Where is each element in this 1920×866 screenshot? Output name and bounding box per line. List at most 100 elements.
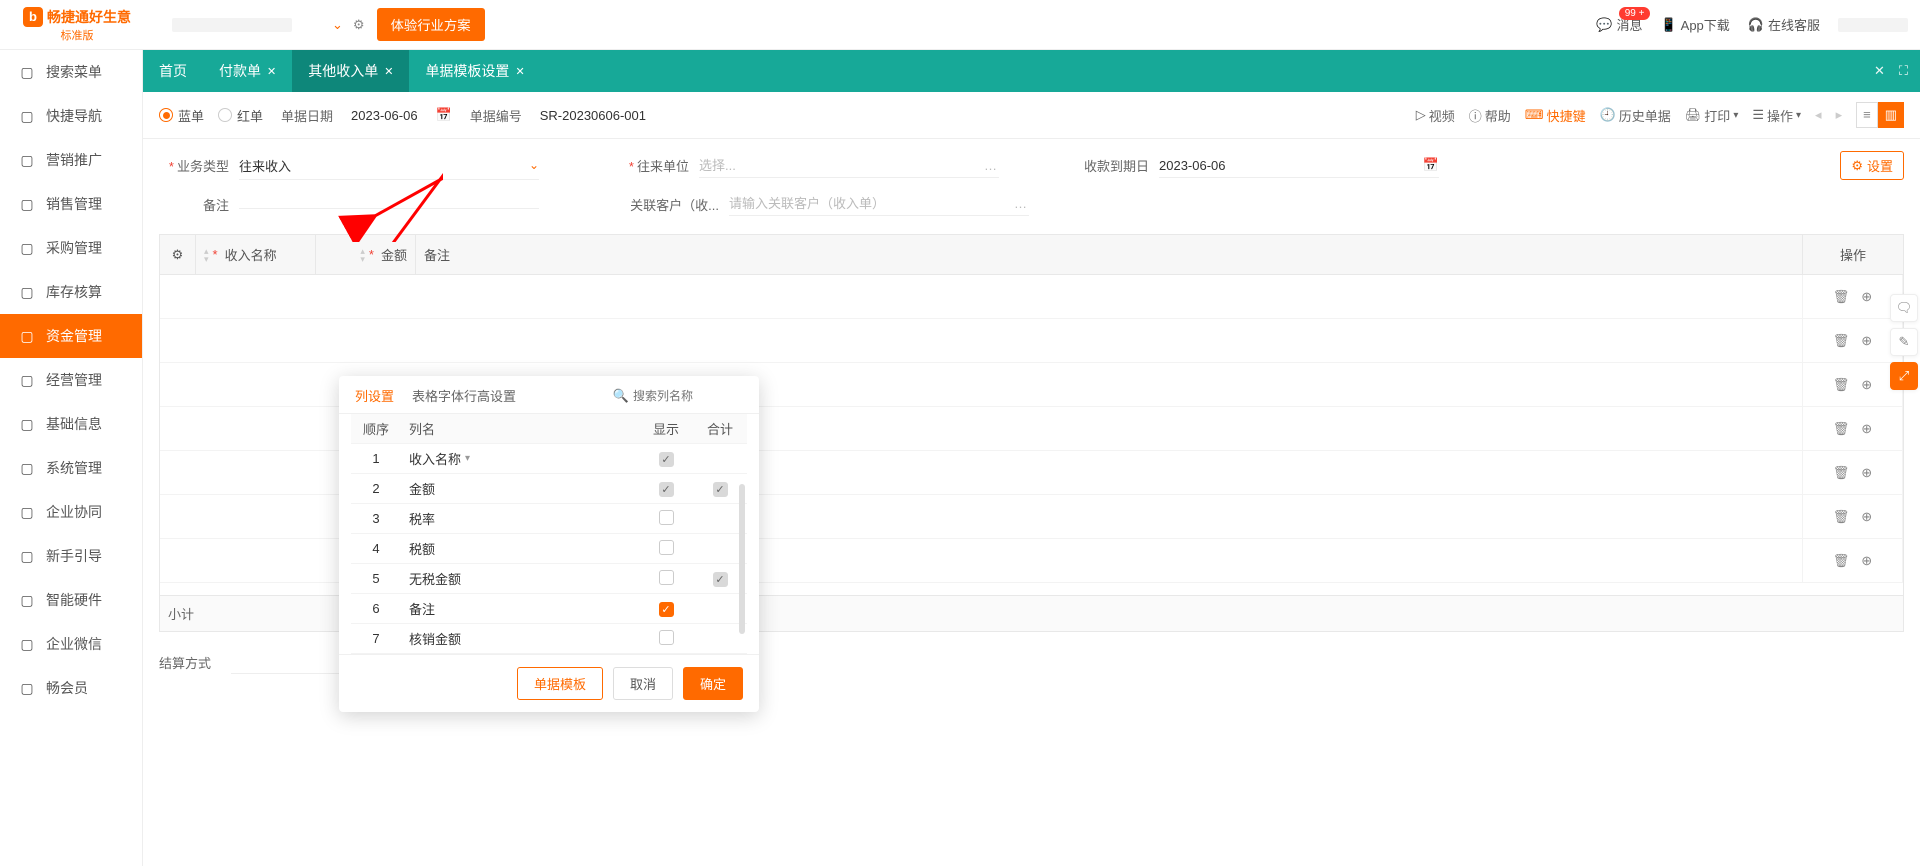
delete-icon[interactable]: 🗑 (1833, 289, 1850, 305)
col-income-name[interactable]: ▴▾ *收入名称 (196, 235, 316, 274)
copy-icon[interactable]: ⊕ (1861, 509, 1872, 525)
app-download-link[interactable]: 📱 App下载 (1660, 15, 1729, 34)
checkbox-icon[interactable] (659, 540, 674, 555)
grid-settings-button[interactable]: ⚙ (160, 235, 196, 274)
biz-type-select[interactable]: 往来收入 ⌄ (239, 152, 539, 180)
org-selector[interactable]: ⌄ (172, 17, 343, 33)
party-select[interactable]: … (699, 154, 999, 178)
due-date-input[interactable]: 2023-06-06 📅 (1159, 153, 1439, 178)
template-button[interactable]: 单据模板 (517, 667, 603, 700)
float-expand-icon[interactable]: ⤢ (1890, 362, 1918, 390)
sidebar-item-sync[interactable]: ▢系统管理 (0, 446, 142, 490)
checkbox-icon[interactable] (659, 630, 674, 645)
close-icon[interactable]: ✕ (267, 65, 276, 78)
calendar-icon[interactable]: 📅 (436, 107, 452, 123)
sidebar-item-db[interactable]: ▢基础信息 (0, 402, 142, 446)
help-button[interactable]: ⓘ帮助 (1469, 106, 1511, 125)
messages-link[interactable]: 💬 消息 99 + (1596, 15, 1642, 34)
copy-icon[interactable]: ⊕ (1861, 465, 1872, 481)
close-icon[interactable]: ✕ (515, 65, 524, 78)
sidebar-item-gift[interactable]: ▢营销推广 (0, 138, 142, 182)
sidebar-item-play[interactable]: ▢新手引导 (0, 534, 142, 578)
operate-button[interactable]: ☰操作▾ (1752, 106, 1801, 125)
sidebar-item-wallet[interactable]: ▢资金管理 (0, 314, 142, 358)
copy-icon[interactable]: ⊕ (1861, 333, 1872, 349)
rel-customer-input[interactable] (729, 196, 1014, 211)
cancel-button[interactable]: 取消 (613, 667, 673, 700)
chevron-down-icon: ⌄ (332, 17, 343, 33)
sidebar-item-vip[interactable]: ▢畅会员 (0, 666, 142, 710)
float-note-icon[interactable]: 🗨 (1890, 294, 1918, 322)
popup-search-input[interactable] (633, 389, 743, 403)
chevron-down-icon[interactable]: ▾ (465, 453, 470, 464)
scrollbar-thumb[interactable] (739, 484, 745, 634)
tab[interactable]: 付款单✕ (203, 50, 292, 92)
calendar-icon[interactable]: 📅 (1423, 157, 1439, 173)
delete-icon[interactable]: 🗑 (1833, 377, 1850, 393)
sidebar-item-cart[interactable]: ▢采购管理 (0, 226, 142, 270)
more-icon[interactable]: … (984, 158, 999, 173)
video-button[interactable]: ▷视频 (1416, 106, 1455, 125)
float-edit-icon[interactable]: ✎ (1890, 328, 1918, 356)
checkbox-icon[interactable]: ✓ (659, 602, 674, 617)
sidebar-item-wechat[interactable]: ▢企业微信 (0, 622, 142, 666)
popup-tab-font[interactable]: 表格字体行高设置 (412, 386, 516, 405)
copy-icon[interactable]: ⊕ (1861, 421, 1872, 437)
header-right: 💬 消息 99 + 📱 App下载 🎧 在线客服 (1596, 15, 1908, 34)
prev-icon[interactable]: ◂ (1815, 107, 1822, 123)
next-icon[interactable]: ▸ (1836, 107, 1843, 123)
close-icon[interactable]: ✕ (384, 65, 393, 78)
form-view-button[interactable]: ▥ (1878, 102, 1904, 128)
delete-icon[interactable]: 🗑 (1833, 465, 1850, 481)
list-view-button[interactable]: ≡ (1856, 102, 1878, 128)
checkbox-icon[interactable] (659, 570, 674, 585)
trial-button[interactable]: 体验行业方案 (377, 8, 485, 41)
print-button[interactable]: 🖨打印▾ (1685, 106, 1739, 125)
head-order: 顺序 (351, 419, 401, 438)
tabs-close-icon[interactable]: ✕ (1870, 59, 1889, 83)
col-amount[interactable]: ▴▾ *金额 (316, 235, 416, 274)
party-label: *往来单位 (619, 156, 689, 175)
support-link[interactable]: 🎧 在线客服 (1748, 15, 1820, 34)
copy-icon[interactable]: ⊕ (1861, 377, 1872, 393)
rel-customer-select[interactable]: … (729, 192, 1029, 216)
popup-tab-columns[interactable]: 列设置 (355, 386, 394, 405)
tab[interactable]: 首页 (143, 50, 203, 92)
delete-icon[interactable]: 🗑 (1833, 509, 1850, 525)
delete-icon[interactable]: 🗑 (1833, 333, 1850, 349)
radio-dot-icon (159, 108, 173, 122)
settings-button[interactable]: ⚙ 设置 (1840, 151, 1904, 180)
shortcut-button[interactable]: ⌨快捷键 (1525, 106, 1586, 125)
sidebar-item-diamond[interactable]: ▢销售管理 (0, 182, 142, 226)
delete-icon[interactable]: 🗑 (1833, 553, 1850, 569)
copy-icon[interactable]: ⊕ (1861, 289, 1872, 305)
sidebar-item-home[interactable]: ▢快捷导航 (0, 94, 142, 138)
sidebar-item-search[interactable]: ▢搜索菜单 (0, 50, 142, 94)
sidebar-item-tv[interactable]: ▢智能硬件 (0, 578, 142, 622)
table-row[interactable]: 🗑⊕ (160, 319, 1903, 363)
content-area: 首页付款单✕其他收入单✕单据模板设置✕ ✕ ⛶ 蓝单 红单 单据日期 (143, 50, 1920, 866)
more-icon[interactable]: … (1014, 196, 1029, 211)
date-value[interactable]: 2023-06-06 (351, 108, 418, 123)
party-input[interactable] (699, 158, 984, 173)
table-row[interactable]: 🗑⊕ (160, 275, 1903, 319)
copy-icon[interactable]: ⊕ (1861, 553, 1872, 569)
radio-blue[interactable]: 蓝单 (159, 106, 204, 125)
tab[interactable]: 其他收入单✕ (292, 50, 409, 92)
sidebar-item-building[interactable]: ▢企业协同 (0, 490, 142, 534)
confirm-button[interactable]: 确定 (683, 667, 743, 700)
row-actions: 🗑⊕ (1803, 539, 1903, 582)
gear-icon[interactable]: ⚙ (353, 17, 365, 33)
col-remark[interactable]: 备注 (416, 235, 1803, 274)
tabs-fullscreen-icon[interactable]: ⛶ (1895, 59, 1912, 83)
delete-icon[interactable]: 🗑 (1833, 421, 1850, 437)
remark-input[interactable] (239, 200, 539, 209)
tab[interactable]: 单据模板设置✕ (409, 50, 540, 92)
checkbox-icon[interactable] (659, 510, 674, 525)
sidebar-item-box[interactable]: ▢库存核算 (0, 270, 142, 314)
sidebar-item-doc[interactable]: ▢经营管理 (0, 358, 142, 402)
user-blur[interactable] (1838, 18, 1908, 32)
history-button[interactable]: 🕘历史单据 (1600, 106, 1671, 125)
radio-red[interactable]: 红单 (218, 106, 263, 125)
row-name: 税率 (401, 509, 639, 528)
